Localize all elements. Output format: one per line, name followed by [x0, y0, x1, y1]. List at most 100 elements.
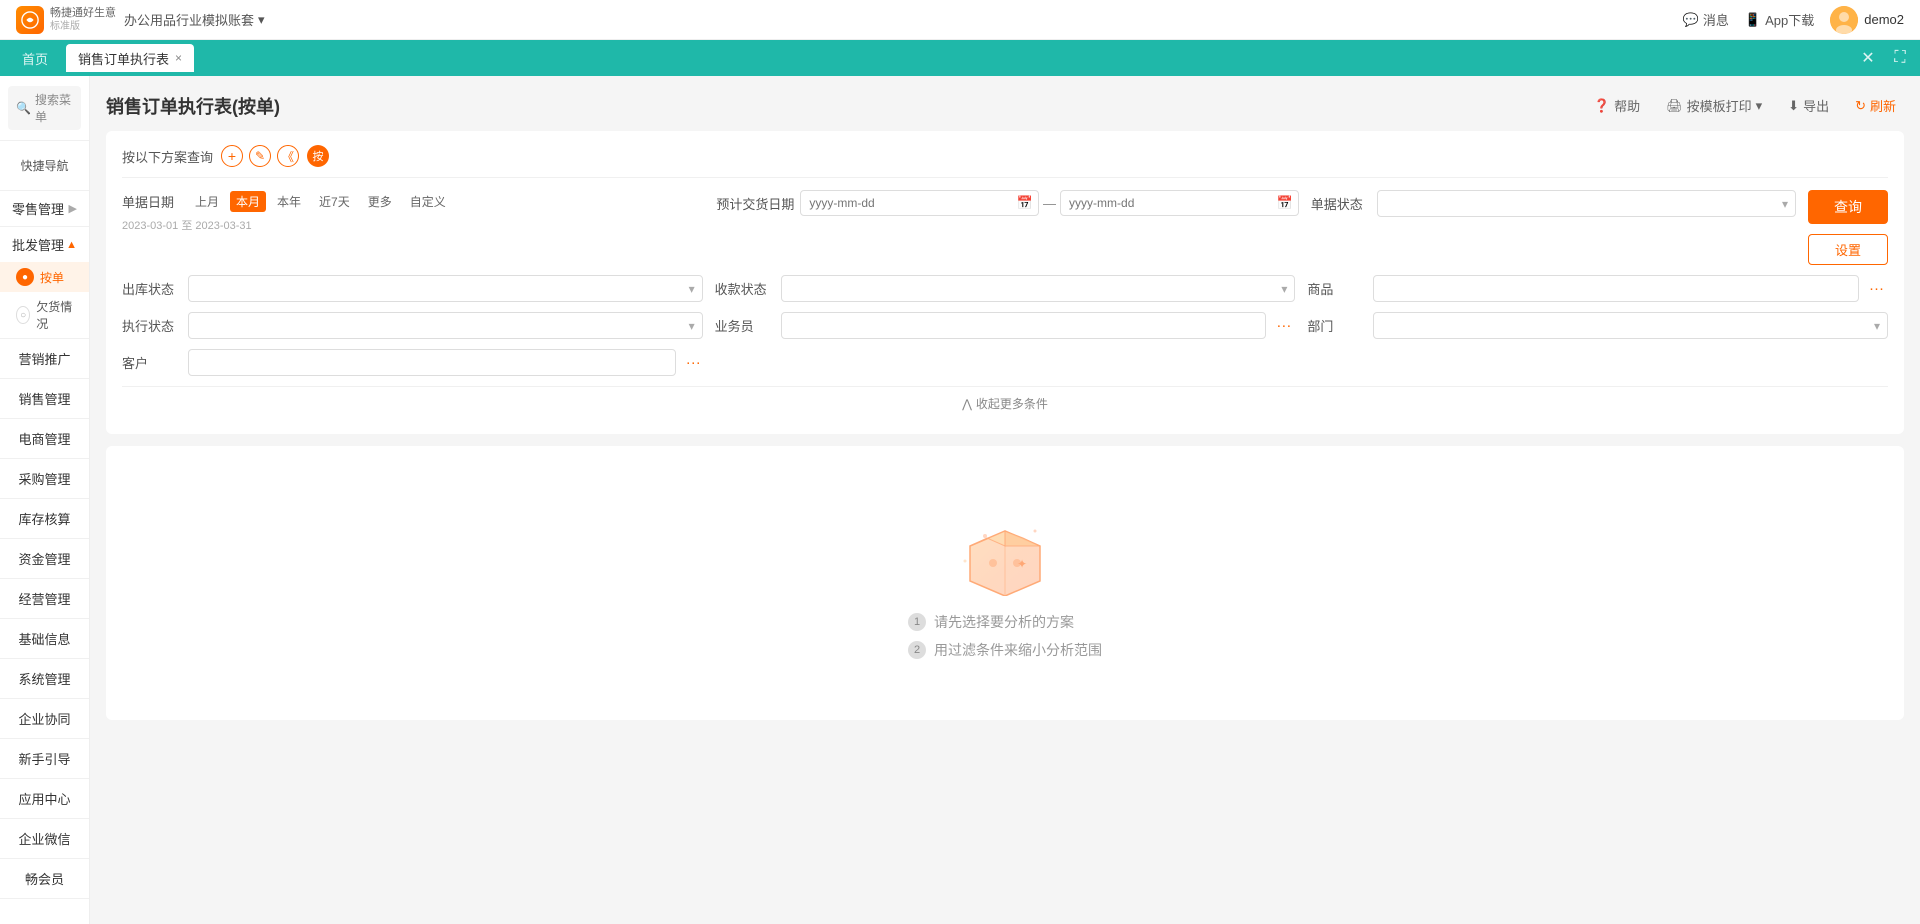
circle-icon: ●	[16, 268, 34, 286]
export-btn[interactable]: ⬇ 导出	[1780, 92, 1837, 119]
step-num-1: 1	[908, 613, 926, 631]
sidebar-item-finance[interactable]: 资金管理	[0, 539, 89, 579]
sidebar-item-newbie[interactable]: 新手引导	[0, 739, 89, 779]
sidebar-item-ecom[interactable]: 电商管理	[0, 419, 89, 459]
empty-state: ✦ 1 请先选择要分析的方案 2 用过滤条件来缩小分析范围	[106, 446, 1904, 720]
edit-scheme-btn[interactable]: ✎	[249, 145, 271, 167]
sidebar-item-wholesale[interactable]: 批发管理 ▲	[0, 227, 89, 262]
warehouse-status-select[interactable]	[188, 275, 703, 302]
refresh-btn[interactable]: ↻ 刷新	[1847, 92, 1904, 119]
goods-input[interactable]	[1373, 275, 1859, 302]
sidebar-item-vip[interactable]: 畅会员	[0, 859, 89, 899]
goods-more-btn[interactable]: ···	[1865, 280, 1888, 297]
chevron-down-icon: ▲	[66, 239, 77, 251]
warehouse-status-label: 出库状态	[122, 279, 182, 298]
sidebar-item-business[interactable]: 经营管理	[0, 579, 89, 619]
salesperson-more-btn[interactable]: ···	[1272, 317, 1295, 334]
settings-btn[interactable]: 设置	[1808, 234, 1888, 265]
user-profile[interactable]: demo2	[1830, 6, 1904, 34]
search-menu-btn[interactable]: 🔍 搜索菜单	[8, 86, 81, 130]
date-this-month-btn[interactable]: 本月	[230, 191, 266, 212]
date-filter-group: 单据日期 上月 本月 本年 近7天 更多 自定义 2023-03-01 至 20…	[122, 190, 704, 233]
message-btn[interactable]: 💬 消息	[1683, 10, 1729, 29]
sidebar-item-retail[interactable]: 零售管理 ▶	[0, 191, 89, 226]
collapse-scheme-btn[interactable]: 《	[277, 145, 299, 167]
sidebar-item-wechat[interactable]: 企业微信	[0, 819, 89, 859]
help-btn[interactable]: ❓ 帮助	[1586, 92, 1648, 119]
sidebar-item-coop[interactable]: 企业协同	[0, 699, 89, 739]
customer-input[interactable]	[188, 349, 676, 376]
expected-date-filter: 预计交货日期 📅 — 📅	[716, 190, 1298, 216]
salesperson-filter: 业务员 ···	[715, 312, 1296, 339]
sidebar-nav: 快捷导航	[0, 141, 89, 191]
sidebar-item-appstore[interactable]: 应用中心	[0, 779, 89, 819]
single-status-filter: 单据状态 ▾	[1311, 190, 1796, 217]
warehouse-status-filter: 出库状态	[122, 275, 703, 302]
sidebar-sub-欠货情况[interactable]: ○ 欠货情况	[0, 292, 89, 338]
customer-label: 客户	[122, 353, 182, 372]
date-more-btn[interactable]: 更多	[361, 190, 399, 213]
app-selector[interactable]: 办公用品行业模拟账套 ▾	[124, 10, 265, 29]
step-num-2: 2	[908, 641, 926, 659]
app-download-btn[interactable]: 📱 App下载	[1745, 10, 1814, 29]
filter-row-2: 出库状态 收款状态 商品	[122, 275, 1888, 302]
sidebar-item-system[interactable]: 系统管理	[0, 659, 89, 699]
sidebar-section-wholesale: 批发管理 ▲ ● 按单 ○ 欠货情况	[0, 227, 89, 339]
tab-close-window-btn[interactable]: ✕	[1856, 46, 1880, 70]
active-scheme: 按	[307, 145, 329, 167]
sidebar-quick-nav[interactable]: 快捷导航	[0, 149, 89, 182]
expected-date-label: 预计交货日期	[716, 194, 794, 213]
date-this-year-btn[interactable]: 本年	[270, 190, 308, 213]
sidebar-item-basics[interactable]: 基础信息	[0, 619, 89, 659]
tab-home[interactable]: 首页	[8, 44, 62, 72]
add-scheme-btn[interactable]: +	[221, 145, 243, 167]
filter-panel: 按以下方案查询 + ✎ 《 按	[106, 131, 1904, 434]
date-last-month-btn[interactable]: 上月	[188, 190, 226, 213]
tab-maximize-btn[interactable]: ⛶	[1888, 46, 1912, 70]
execution-status-select[interactable]	[188, 312, 703, 339]
status-label: 单据状态	[1311, 194, 1371, 213]
query-btn[interactable]: 查询	[1808, 190, 1888, 224]
header-right: 💬 消息 📱 App下载 demo2	[1683, 6, 1904, 34]
logo-area: 畅捷通好生意 标准版	[16, 6, 116, 34]
scheme-label: 按以下方案查询	[122, 147, 213, 166]
print-btn[interactable]: 🖨 按模板打印 ▾	[1658, 92, 1770, 119]
tab-current[interactable]: 销售订单执行表 ×	[66, 44, 194, 72]
status-select-wrapper: ▾	[1377, 190, 1796, 217]
empty-illustration: ✦	[955, 506, 1055, 596]
sidebar-item-inventory[interactable]: 库存核算	[0, 499, 89, 539]
sidebar-item-marketing[interactable]: 营销推广	[0, 339, 89, 379]
header-left: 畅捷通好生意 标准版 办公用品行业模拟账套 ▾	[16, 6, 265, 34]
page-actions: ❓ 帮助 🖨 按模板打印 ▾ ⬇ 导出 ↻ 刷新	[1586, 92, 1904, 119]
scheme-item-按单[interactable]: 按	[307, 145, 329, 167]
expected-date-end-input[interactable]	[1060, 190, 1299, 216]
sidebar-item-purchase[interactable]: 采购管理	[0, 459, 89, 499]
sidebar-sub-按单[interactable]: ● 按单	[0, 262, 89, 292]
page-title: 销售订单执行表(按单)	[106, 93, 280, 119]
sidebar-item-sales[interactable]: 销售管理	[0, 379, 89, 419]
download-icon: 📱	[1745, 12, 1761, 28]
collapse-more-btn[interactable]: ⋀ 收起更多条件	[122, 386, 1888, 420]
department-select[interactable]	[1373, 312, 1888, 339]
date-quick-btns: 上月 本月 本年 近7天 更多 自定义	[188, 190, 453, 213]
tab-close-btn[interactable]: ×	[175, 52, 182, 64]
message-icon: 💬	[1683, 12, 1699, 28]
date-custom-btn[interactable]: 自定义	[403, 190, 453, 213]
print-icon: 🖨	[1666, 98, 1683, 114]
collection-status-label: 收款状态	[715, 279, 775, 298]
logo-text: 畅捷通好生意 标准版	[50, 6, 116, 33]
print-dropdown-icon: ▾	[1756, 98, 1763, 114]
sidebar-search-area: 🔍 搜索菜单	[0, 76, 89, 141]
salesperson-input[interactable]	[781, 312, 1267, 339]
date-7days-btn[interactable]: 近7天	[312, 190, 357, 213]
top-header: 畅捷通好生意 标准版 办公用品行业模拟账套 ▾ 💬 消息 📱 App下载	[0, 0, 1920, 40]
goods-filter: 商品 ···	[1307, 275, 1888, 302]
warehouse-status-wrap	[188, 275, 703, 302]
collection-status-select[interactable]	[781, 275, 1296, 302]
customer-more-btn[interactable]: ···	[682, 354, 705, 371]
empty-step-2: 2 用过滤条件来缩小分析范围	[908, 640, 1102, 660]
execution-status-label: 执行状态	[122, 316, 182, 335]
expected-date-start-wrap: 📅	[800, 190, 1039, 216]
expected-date-start-input[interactable]	[800, 190, 1039, 216]
status-select[interactable]	[1377, 190, 1796, 217]
